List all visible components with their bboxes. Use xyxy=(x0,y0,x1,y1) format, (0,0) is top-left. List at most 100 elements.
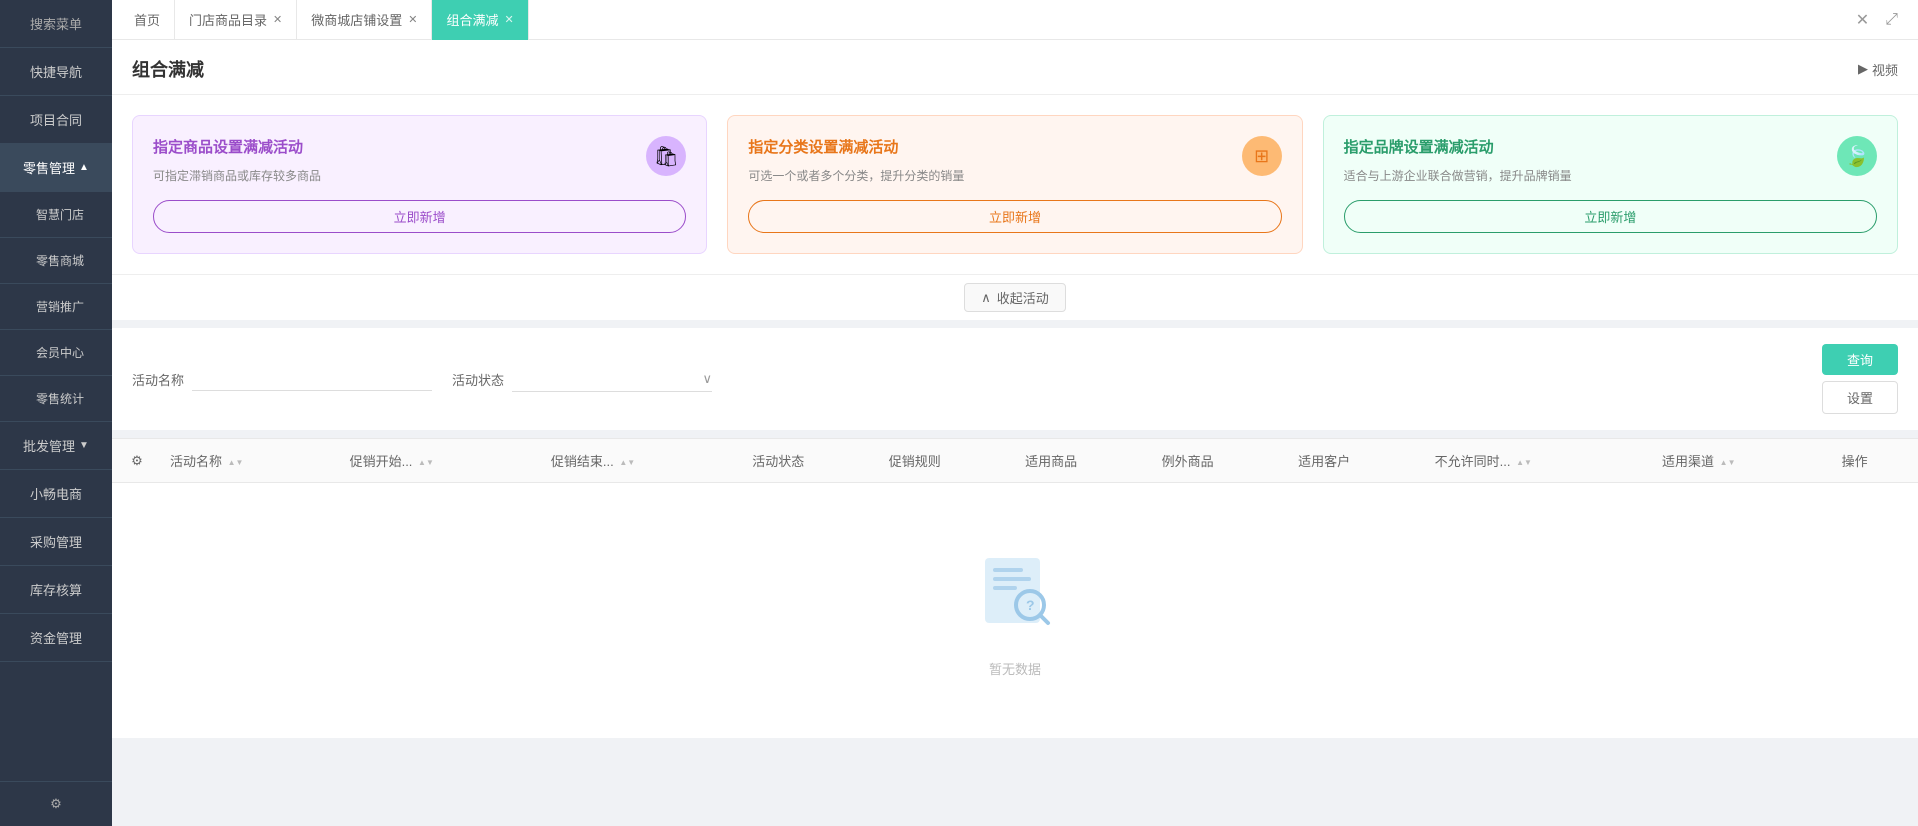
tab-store-catalog[interactable]: 门店商品目录 ✕ xyxy=(175,0,297,40)
filter-activity-status-group: 活动状态 ∨ xyxy=(452,367,712,392)
tab-store-catalog-label: 门店商品目录 xyxy=(189,10,267,29)
filter-actions: 查询 设置 xyxy=(1822,344,1898,414)
table-col-applicable-channel[interactable]: 适用渠道 ▲▼ xyxy=(1654,439,1834,483)
sort-icon: ▲▼ xyxy=(1516,459,1532,467)
video-link[interactable]: ▶ 视频 xyxy=(1858,60,1898,79)
sidebar-item-label: 资金管理 xyxy=(30,628,82,647)
sidebar-item-retail-mgmt[interactable]: 零售管理 ▲ xyxy=(0,144,112,192)
table-col-promo-end[interactable]: 促销结束... ▲▼ xyxy=(543,439,744,483)
tab-wechat-store-settings-label: 微商城店铺设置 xyxy=(311,10,402,29)
collapse-btn-label: 收起活动 xyxy=(997,288,1049,307)
sidebar-item-label: 零售商城 xyxy=(36,252,84,269)
sidebar: 搜索菜单 快捷导航 项目合同 零售管理 ▲ 智慧门店 零售商城 营销推广 会员中… xyxy=(0,0,112,826)
sidebar-item-label: 会员中心 xyxy=(36,344,84,361)
page-title: 组合满减 xyxy=(132,56,204,82)
card-category-discount-btn[interactable]: 立即新增 xyxy=(748,200,1281,233)
close-window-icon[interactable]: ✕ xyxy=(1852,6,1873,34)
sidebar-item-member-center[interactable]: 会员中心 xyxy=(0,330,112,376)
table-col-activity-status: 活动状态 xyxy=(744,439,880,483)
sort-icon: ▲▼ xyxy=(228,459,244,467)
sidebar-item-label: 零售统计 xyxy=(36,390,84,407)
tab-combo-discount[interactable]: 组合满减 ✕ xyxy=(432,0,528,40)
table-header-row: ⚙ 活动名称 ▲▼ 促销开始... ▲▼ 促销结束... ▲▼ xyxy=(112,439,1918,483)
sidebar-item-inventory-calc[interactable]: 库存核算 xyxy=(0,566,112,614)
sidebar-item-retail-mall[interactable]: 零售商城 xyxy=(0,238,112,284)
sidebar-item-quick-nav[interactable]: 快捷导航 xyxy=(0,48,112,96)
activity-name-label: 活动名称 xyxy=(132,370,184,389)
col-label: 适用客户 xyxy=(1298,454,1350,469)
card-product-discount-desc: 可指定滞销商品或库存较多商品 xyxy=(153,167,686,184)
col-label: 促销开始... xyxy=(350,454,413,469)
activity-status-label: 活动状态 xyxy=(452,370,504,389)
sidebar-item-label: 库存核算 xyxy=(30,580,82,599)
chevron-down-icon: ∨ xyxy=(703,371,713,387)
sidebar-item-project-contract[interactable]: 项目合同 xyxy=(0,96,112,144)
col-label: 适用商品 xyxy=(1025,454,1077,469)
sidebar-search[interactable]: 搜索菜单 xyxy=(0,0,112,48)
empty-text: 暂无数据 xyxy=(989,659,1041,678)
table-section: ⚙ 活动名称 ▲▼ 促销开始... ▲▼ 促销结束... ▲▼ xyxy=(112,438,1918,738)
tab-wechat-store-settings[interactable]: 微商城店铺设置 ✕ xyxy=(297,0,432,40)
table-col-promo-start[interactable]: 促销开始... ▲▼ xyxy=(342,439,543,483)
sidebar-item-smart-store[interactable]: 智慧门店 xyxy=(0,192,112,238)
chevron-down-icon: ▼ xyxy=(79,440,89,451)
col-label: 操作 xyxy=(1842,454,1868,469)
card-brand-discount-btn[interactable]: 立即新增 xyxy=(1344,200,1877,233)
chevron-up-icon: ∧ xyxy=(981,290,991,306)
play-icon: ▶ xyxy=(1858,61,1868,77)
sidebar-item-retail-stats[interactable]: 零售统计 xyxy=(0,376,112,422)
main-area: 首页 门店商品目录 ✕ 微商城店铺设置 ✕ 组合满减 ✕ ✕ ⤢ 组合满减 ▶ … xyxy=(112,0,1918,826)
query-button[interactable]: 查询 xyxy=(1822,344,1898,375)
sidebar-item-xiaochang-ecom[interactable]: 小畅电商 xyxy=(0,470,112,518)
cards-section: 🛍 指定商品设置满减活动 可指定滞销商品或库存较多商品 立即新增 ⊞ 指定分类设… xyxy=(112,95,1918,274)
settings-button[interactable]: 设置 xyxy=(1822,381,1898,414)
card-brand-discount-icon: 🍃 xyxy=(1837,136,1877,176)
sidebar-item-label: 小畅电商 xyxy=(30,484,82,503)
table-col-gear[interactable]: ⚙ xyxy=(112,439,162,483)
tab-home[interactable]: 首页 xyxy=(120,0,175,40)
col-label: 促销结束... xyxy=(551,454,614,469)
sort-icon: ▲▼ xyxy=(1720,459,1736,467)
card-brand-discount-title: 指定品牌设置满减活动 xyxy=(1344,136,1877,157)
sidebar-item-purchase-mgmt[interactable]: 采购管理 xyxy=(0,518,112,566)
activity-name-input[interactable] xyxy=(192,367,432,391)
tab-bar-actions: ✕ ⤢ xyxy=(1852,6,1910,34)
table-col-promo-rule: 促销规则 xyxy=(881,439,1017,483)
table-col-no-concurrent[interactable]: 不允许同时... ▲▼ xyxy=(1427,439,1654,483)
card-category-discount-desc: 可选一个或者多个分类，提升分类的销量 xyxy=(748,167,1281,184)
card-product-discount-btn[interactable]: 立即新增 xyxy=(153,200,686,233)
sort-icon: ▲▼ xyxy=(418,459,434,467)
video-link-label: 视频 xyxy=(1872,60,1898,79)
gear-icon: ⚙ xyxy=(50,796,62,811)
activity-status-select[interactable]: ∨ xyxy=(512,367,712,392)
col-label: 活动状态 xyxy=(752,454,804,469)
sidebar-item-fund-mgmt[interactable]: 资金管理 xyxy=(0,614,112,662)
sidebar-item-label: 项目合同 xyxy=(30,110,82,129)
sidebar-item-marketing[interactable]: 营销推广 xyxy=(0,284,112,330)
sidebar-settings[interactable]: ⚙ xyxy=(0,781,112,826)
filter-activity-name-group: 活动名称 xyxy=(132,367,432,391)
table-col-exception-goods: 例外商品 xyxy=(1154,439,1290,483)
card-category-discount-title: 指定分类设置满减活动 xyxy=(748,136,1281,157)
sidebar-item-label: 营销推广 xyxy=(36,298,84,315)
close-icon[interactable]: ✕ xyxy=(408,13,417,26)
table-col-activity-name[interactable]: 活动名称 ▲▼ xyxy=(162,439,342,483)
col-label: 促销规则 xyxy=(889,454,941,469)
col-label: 不允许同时... xyxy=(1435,454,1511,469)
table-col-applicable-customer: 适用客户 xyxy=(1290,439,1426,483)
empty-illustration: ? xyxy=(965,543,1065,643)
content-area: 组合满减 ▶ 视频 🛍 指定商品设置满减活动 可指定滞销商品或库存较多商品 立即… xyxy=(112,40,1918,826)
collapse-activity-btn[interactable]: ∧ 收起活动 xyxy=(964,283,1066,312)
card-brand-discount: 🍃 指定品牌设置满减活动 适合与上游企业联合做营销，提升品牌销量 立即新增 xyxy=(1323,115,1898,254)
sidebar-item-label: 批发管理 xyxy=(23,436,75,455)
col-label: 活动名称 xyxy=(170,454,222,469)
card-category-discount-icon: ⊞ xyxy=(1242,136,1282,176)
sidebar-item-label: 智慧门店 xyxy=(36,206,84,223)
close-icon[interactable]: ✕ xyxy=(273,13,282,26)
chevron-up-icon: ▲ xyxy=(79,162,89,173)
card-category-discount: ⊞ 指定分类设置满减活动 可选一个或者多个分类，提升分类的销量 立即新增 xyxy=(727,115,1302,254)
expand-window-icon[interactable]: ⤢ xyxy=(1881,7,1902,33)
sidebar-item-wholesale-mgmt[interactable]: 批发管理 ▼ xyxy=(0,422,112,470)
svg-text:?: ? xyxy=(1026,597,1035,613)
close-icon[interactable]: ✕ xyxy=(505,13,514,26)
